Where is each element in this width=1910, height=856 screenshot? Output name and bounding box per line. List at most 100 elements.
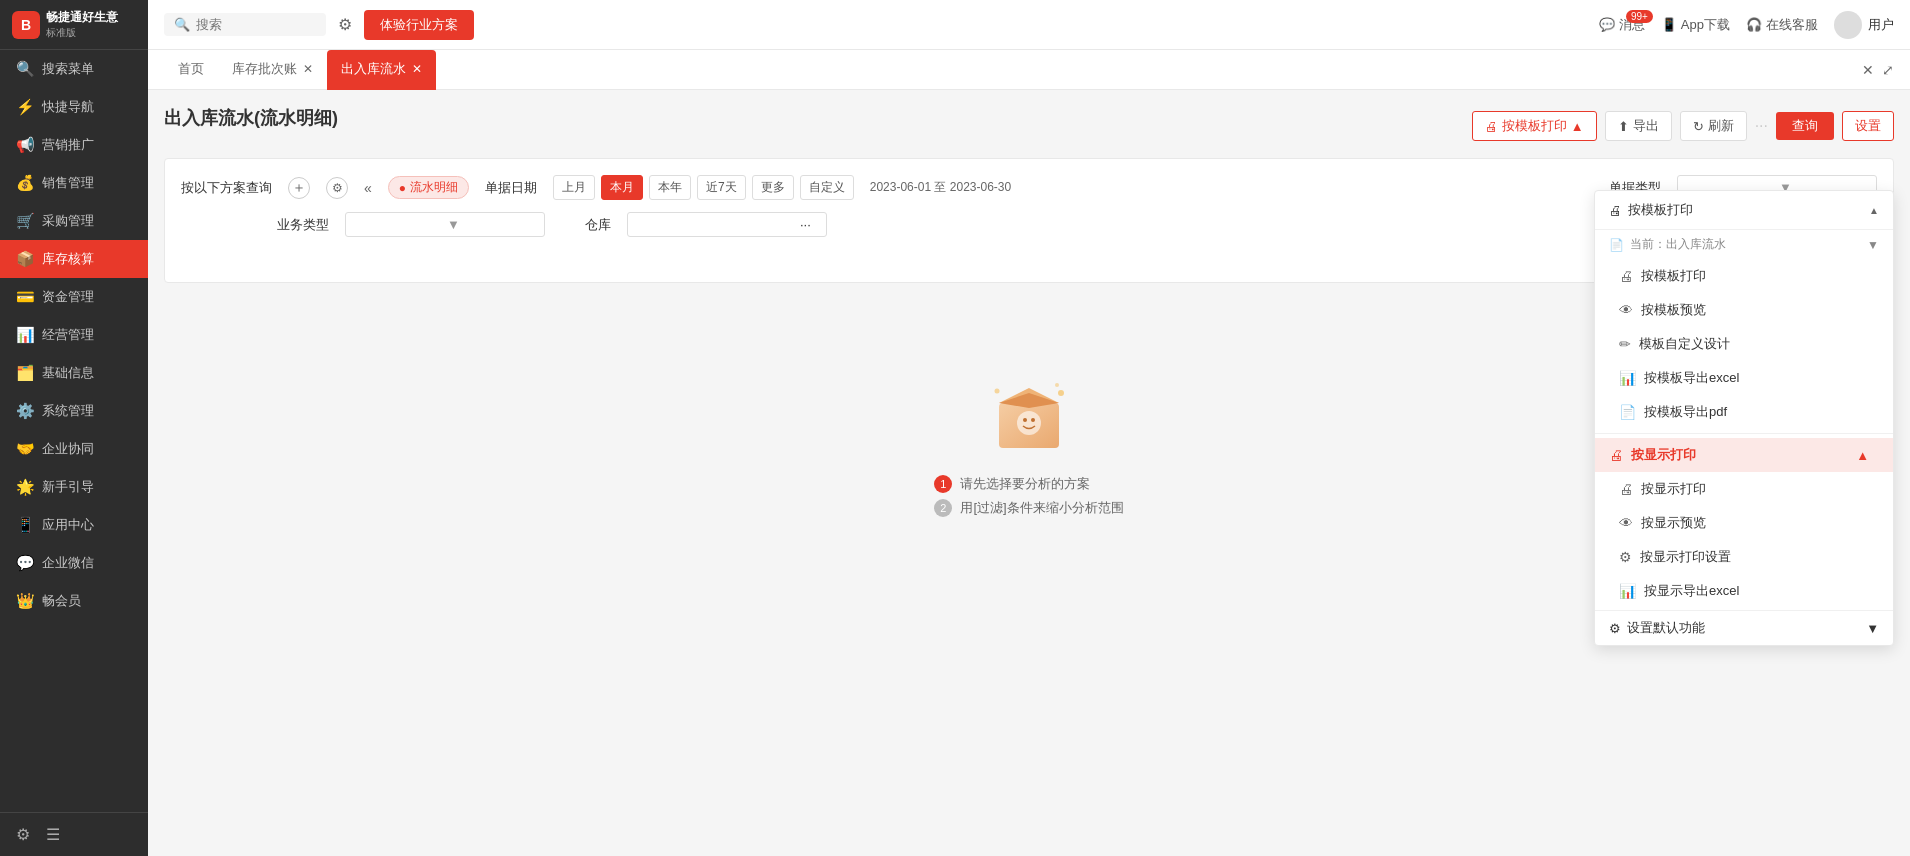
- tab-close-batch-account[interactable]: ✕: [303, 62, 313, 76]
- close-window-icon[interactable]: ✕: [1862, 62, 1874, 78]
- dropdown-arrow-icon: ▲: [1571, 119, 1584, 134]
- date-btn-this-year[interactable]: 本年: [649, 175, 691, 200]
- hint-num-2: 2: [934, 499, 952, 517]
- warehouse-more-icon[interactable]: ···: [800, 217, 811, 232]
- dropdown-item-template-custom[interactable]: ✏ 模板自定义设计: [1595, 327, 1893, 361]
- app-download-btn[interactable]: 📱 App下载: [1661, 16, 1730, 34]
- refresh-icon: ↻: [1693, 119, 1704, 134]
- sidebar-item-search-menu[interactable]: 🔍搜索菜单: [0, 50, 148, 88]
- date-range-text: 2023-06-01 至 2023-06-30: [870, 179, 1011, 196]
- customer-service-btn[interactable]: 🎧 在线客服: [1746, 16, 1818, 34]
- business-type-select[interactable]: ▼: [345, 212, 545, 237]
- svg-point-4: [1023, 418, 1027, 422]
- sidebar-item-sales[interactable]: 💰销售管理: [0, 164, 148, 202]
- sidebar-icon-finance: 💳: [16, 288, 34, 306]
- sidebar-item-system[interactable]: ⚙️系统管理: [0, 392, 148, 430]
- dropdown-footer[interactable]: ⚙ 设置默认功能 ▼: [1595, 610, 1893, 645]
- dropdown-header-chevron[interactable]: ▲: [1869, 205, 1879, 216]
- dropdown-item-display-preview[interactable]: 👁 按显示预览: [1595, 506, 1893, 540]
- current-arrow-icon: ▼: [1867, 238, 1879, 252]
- dropdown-display-print-title[interactable]: 🖨 按显示打印 ▲: [1595, 438, 1893, 472]
- tab-batch-account[interactable]: 库存批次账✕: [218, 50, 327, 90]
- tab-close-inout-flow[interactable]: ✕: [412, 62, 422, 76]
- sidebar-item-basic[interactable]: 🗂️基础信息: [0, 354, 148, 392]
- dropdown-item-display-print[interactable]: 🖨 按显示打印: [1595, 472, 1893, 506]
- sidebar-item-guide[interactable]: 🌟新手引导: [0, 468, 148, 506]
- sidebar: B 畅捷通好生意 标准版 🔍搜索菜单⚡快捷导航📢营销推广💰销售管理🛒采购管理📦库…: [0, 0, 148, 856]
- svg-point-7: [1055, 383, 1059, 387]
- sidebar-icon-wechat: 💬: [16, 554, 34, 572]
- user-menu[interactable]: 用户: [1834, 11, 1894, 39]
- sidebar-label-member: 畅会员: [42, 592, 81, 610]
- topbar-gear-icon[interactable]: ⚙: [338, 15, 352, 34]
- topbar-right: 💬 消息 99+ 📱 App下载 🎧 在线客服 用户: [1599, 11, 1894, 39]
- sidebar-item-operation[interactable]: 📊经营管理: [0, 316, 148, 354]
- sidebar-icon-purchase: 🛒: [16, 212, 34, 230]
- warehouse-input[interactable]: [636, 217, 796, 232]
- empty-illustration: [979, 363, 1079, 463]
- dropdown-item-template-excel[interactable]: 📊 按模板导出excel: [1595, 361, 1893, 395]
- sidebar-item-marketing[interactable]: 📢营销推广: [0, 126, 148, 164]
- search-input[interactable]: [196, 17, 316, 32]
- dropdown-item-display-settings[interactable]: ⚙ 按显示打印设置: [1595, 540, 1893, 574]
- maximize-window-icon[interactable]: ⤢: [1882, 62, 1894, 78]
- headset-icon: 🎧: [1746, 17, 1762, 32]
- trial-button[interactable]: 体验行业方案: [364, 10, 474, 40]
- sidebar-label-app-center: 应用中心: [42, 516, 94, 534]
- warehouse-label: 仓库: [585, 216, 611, 234]
- display-print-icon: 🖨: [1619, 481, 1633, 497]
- tab-label-inout-flow: 出入库流水: [341, 60, 406, 78]
- page-toolbar: 🖨 按模板打印 ▲ ⬆ 导出 ↻ 刷新 ··· 查询 设置: [1472, 111, 1894, 141]
- date-btn-custom[interactable]: 自定义: [800, 175, 854, 200]
- dropdown-divider: [1595, 433, 1893, 434]
- message-badge: 99+: [1626, 10, 1653, 23]
- sidebar-label-quick-nav: 快捷导航: [42, 98, 94, 116]
- settings-button[interactable]: 设置: [1842, 111, 1894, 141]
- filter-settings-icon[interactable]: ⚙: [326, 177, 348, 199]
- warehouse-input-wrap[interactable]: ···: [627, 212, 827, 237]
- sidebar-item-finance[interactable]: 💳资金管理: [0, 278, 148, 316]
- sidebar-icon-inventory: 📦: [16, 250, 34, 268]
- empty-hint-1: 1 请先选择要分析的方案: [934, 475, 1123, 493]
- dropdown-item-template-pdf[interactable]: 📄 按模板导出pdf: [1595, 395, 1893, 429]
- topbar: 🔍 ⚙ 体验行业方案 💬 消息 99+ 📱 App下载 🎧 在线客服 用户: [148, 0, 1910, 50]
- topbar-search-wrap[interactable]: 🔍: [164, 13, 326, 36]
- sidebar-footer: ⚙ ☰: [0, 812, 148, 856]
- dropdown-item-template-preview[interactable]: 👁 按模板预览: [1595, 293, 1893, 327]
- sidebar-item-cooperation[interactable]: 🤝企业协同: [0, 430, 148, 468]
- svg-point-6: [1058, 390, 1064, 396]
- sidebar-item-inventory[interactable]: 📦库存核算: [0, 240, 148, 278]
- tab-home[interactable]: 首页: [164, 50, 218, 90]
- refresh-button[interactable]: ↻ 刷新: [1680, 111, 1747, 141]
- logo-text: 畅捷通好生意 标准版: [46, 10, 118, 39]
- tab-inout-flow[interactable]: 出入库流水 ✕: [327, 50, 436, 90]
- date-btn-this-month[interactable]: 本月: [601, 175, 643, 200]
- date-btn-more[interactable]: 更多: [752, 175, 794, 200]
- dropdown-footer-arrow: ▼: [1866, 621, 1879, 636]
- filter-collapse-icon[interactable]: «: [364, 180, 372, 196]
- date-filter-label: 单据日期: [485, 179, 537, 197]
- filter-tag[interactable]: ● 流水明细: [388, 176, 469, 199]
- hint-num-1: 1: [934, 475, 952, 493]
- sidebar-item-quick-nav[interactable]: ⚡快捷导航: [0, 88, 148, 126]
- export-button[interactable]: ⬆ 导出: [1605, 111, 1672, 141]
- menu-toggle-icon[interactable]: ☰: [46, 825, 60, 844]
- svg-point-8: [995, 389, 1000, 394]
- filter-add-button[interactable]: ＋: [288, 177, 310, 199]
- message-btn[interactable]: 💬 消息 99+: [1599, 16, 1645, 34]
- sidebar-item-app-center[interactable]: 📱应用中心: [0, 506, 148, 544]
- sidebar-item-member[interactable]: 👑畅会员: [0, 582, 148, 620]
- query-button[interactable]: 查询: [1776, 112, 1834, 140]
- display-excel-icon: 📊: [1619, 583, 1636, 599]
- sidebar-item-purchase[interactable]: 🛒采购管理: [0, 202, 148, 240]
- biz-select-arrow-icon: ▼: [447, 217, 536, 232]
- date-btn-last-month[interactable]: 上月: [553, 175, 595, 200]
- dropdown-item-template-print[interactable]: 🖨 按模板打印: [1595, 259, 1893, 293]
- sidebar-nav: 🔍搜索菜单⚡快捷导航📢营销推广💰销售管理🛒采购管理📦库存核算💳资金管理📊经营管理…: [0, 50, 148, 812]
- date-btn-last7[interactable]: 近7天: [697, 175, 746, 200]
- dropdown-item-display-excel[interactable]: 📊 按显示导出excel: [1595, 574, 1893, 608]
- settings-icon[interactable]: ⚙: [16, 825, 30, 844]
- sidebar-label-system: 系统管理: [42, 402, 94, 420]
- sidebar-item-wechat[interactable]: 💬企业微信: [0, 544, 148, 582]
- print-template-button[interactable]: 🖨 按模板打印 ▲: [1472, 111, 1597, 141]
